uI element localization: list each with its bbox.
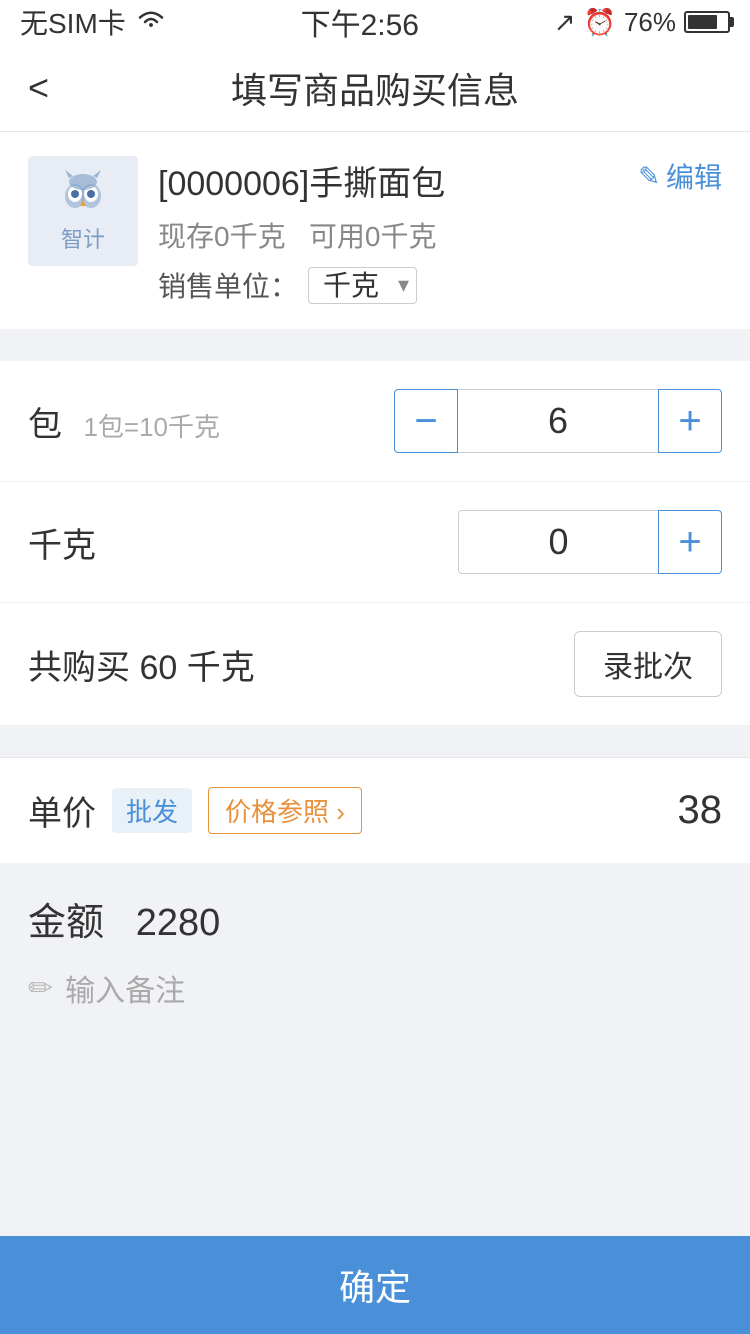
bag-increment-button[interactable]: + <box>658 389 722 453</box>
thumb-label: 智计 <box>61 222 105 254</box>
battery-text: 76% <box>624 7 676 38</box>
bottom-spacer <box>0 1103 750 1201</box>
separator-2 <box>0 741 750 757</box>
bag-label: 包 1包=10千克 <box>28 397 394 446</box>
location-icon: ↗ <box>554 7 576 38</box>
edit-icon: ✎ <box>638 161 660 192</box>
edit-button[interactable]: ✎ 编辑 <box>638 156 722 196</box>
wifi-icon <box>136 6 166 38</box>
separator-1 <box>0 345 750 361</box>
price-ref-button[interactable]: 价格参照 › <box>208 787 362 834</box>
confirm-button[interactable]: 确定 <box>339 1259 411 1311</box>
price-type-tag: 批发 <box>112 788 192 833</box>
unit-select[interactable]: 千克 包 <box>308 267 417 304</box>
product-unit: 销售单位： 千克 包 <box>158 265 722 305</box>
summary-row: 共购买 60 千克 录批次 <box>0 603 750 725</box>
back-button[interactable]: < <box>28 67 49 109</box>
battery-icon <box>684 11 730 33</box>
price-label: 单价 <box>28 786 96 835</box>
header: < 填写商品购买信息 <box>0 44 750 132</box>
amount-value: 2280 <box>136 902 221 944</box>
bag-qty-controls: − + <box>394 389 722 453</box>
summary-text: 共购买 60 千克 <box>28 640 255 689</box>
status-left: 无SIM卡 <box>20 2 166 42</box>
confirm-bar[interactable]: 确定 <box>0 1236 750 1334</box>
bag-hint: 1包=10千克 <box>83 412 220 442</box>
bag-qty-row: 包 1包=10千克 − + <box>0 361 750 482</box>
kg-label: 千克 <box>28 518 458 567</box>
note-row[interactable]: ✏ 输入备注 <box>28 966 722 1010</box>
carrier-text: 无SIM卡 <box>20 2 126 42</box>
alarm-icon: ⏰ <box>584 7 616 38</box>
product-section: 智计 [0000006]手撕面包 现存0千克 可用0千克 销售单位： 千克 包 … <box>0 132 750 329</box>
product-thumbnail: 智计 <box>28 156 138 266</box>
status-time: 下午2:56 <box>301 0 419 44</box>
kg-qty-input[interactable] <box>458 510 658 574</box>
status-right: ↗ ⏰ 76% <box>554 7 730 38</box>
bag-qty-input[interactable] <box>458 389 658 453</box>
batch-button[interactable]: 录批次 <box>574 631 722 697</box>
kg-qty-row: 千克 + <box>0 482 750 603</box>
status-bar: 无SIM卡 下午2:56 ↗ ⏰ 76% <box>0 0 750 44</box>
note-input[interactable]: 输入备注 <box>65 966 185 1010</box>
price-value: 38 <box>678 788 723 833</box>
kg-increment-button[interactable]: + <box>658 510 722 574</box>
kg-qty-controls: + <box>458 510 722 574</box>
amount-label: 金额 <box>28 902 104 944</box>
unit-select-wrap[interactable]: 千克 包 <box>308 267 417 304</box>
amount-row: 金额 2280 <box>28 891 722 946</box>
product-stock: 现存0千克 可用0千克 <box>158 215 722 255</box>
quantity-section: 包 1包=10千克 − + 千克 + <box>0 361 750 603</box>
price-section: 单价 批发 价格参照 › 38 <box>0 757 750 863</box>
price-row: 单价 批发 价格参照 › 38 <box>28 786 722 835</box>
bag-decrement-button[interactable]: − <box>394 389 458 453</box>
amount-section: 金额 2280 ✏ 输入备注 <box>0 863 750 1103</box>
page-title: 填写商品购买信息 <box>231 62 519 114</box>
pencil-icon: ✏ <box>28 971 53 1006</box>
